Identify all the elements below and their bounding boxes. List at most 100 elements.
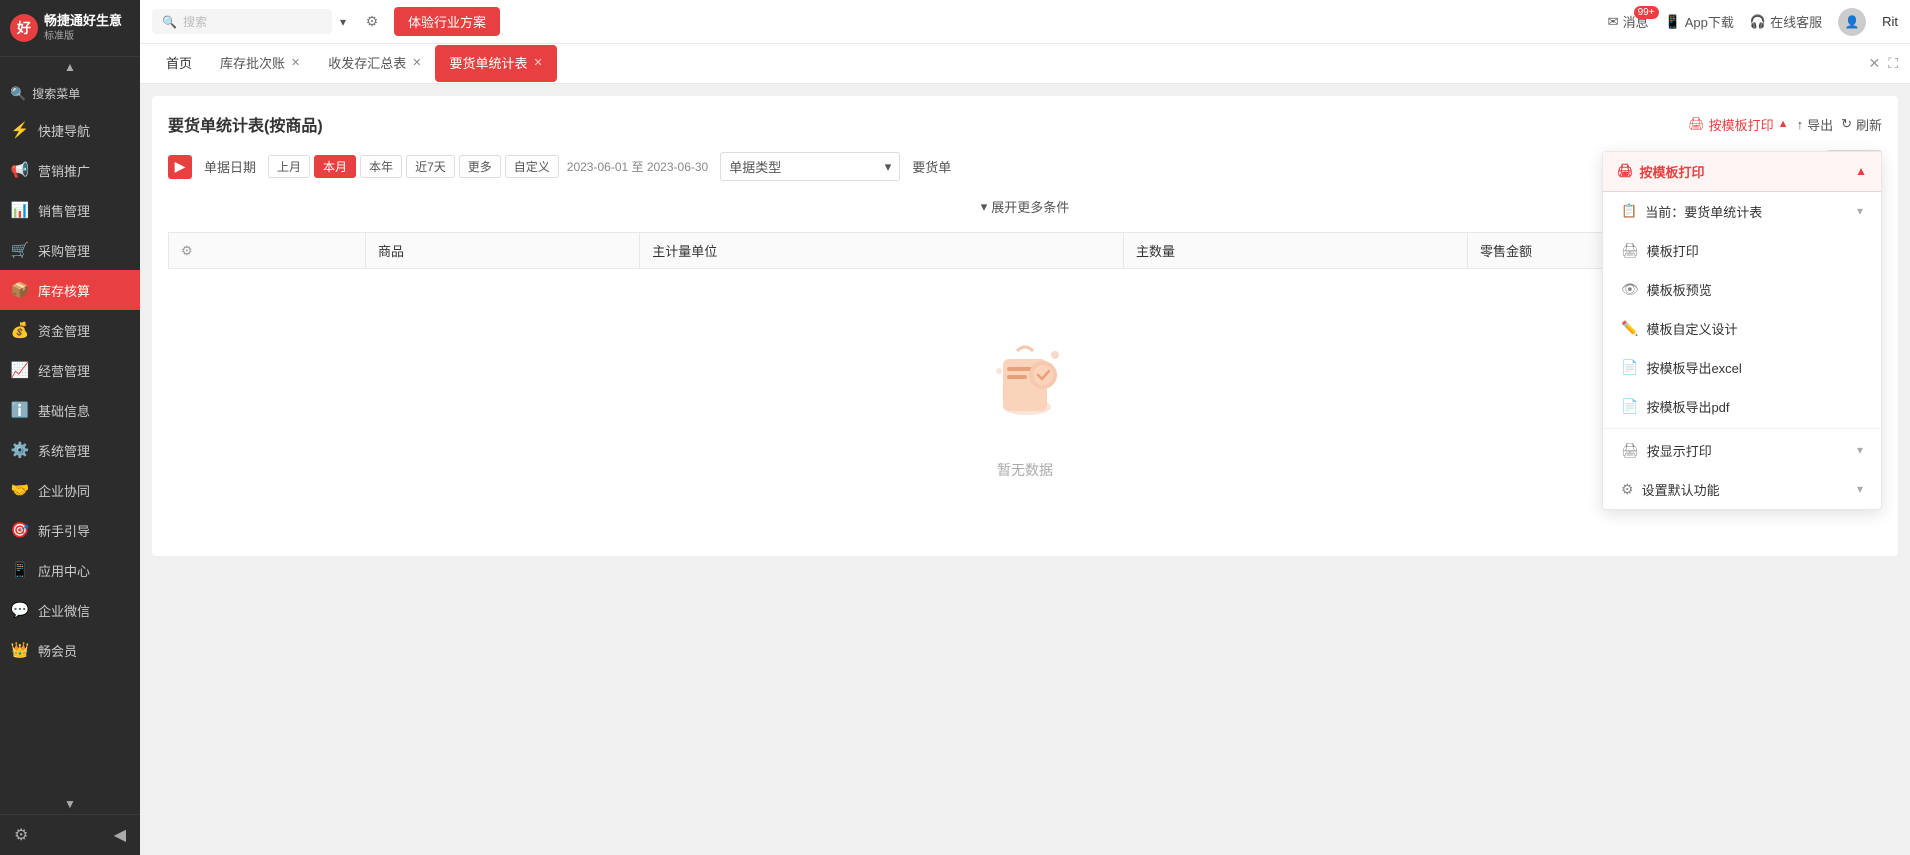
date-range: 2023-06-01 至 2023-06-30 <box>567 158 708 175</box>
type-select[interactable]: 单据类型 ▾ <box>720 152 900 181</box>
page-actions: 🖨 按模板打印 ▲ ↑ 导出 ↻ 刷新 <box>1688 115 1882 134</box>
sidebar-search[interactable]: 🔍 搜索菜单 <box>0 77 140 110</box>
expand-more-btn[interactable]: ▾ 展开更多条件 <box>969 193 1082 220</box>
printer-icon: 🖨 <box>1688 116 1705 132</box>
print-header-icon: 🖨 <box>1617 163 1634 179</box>
topbar-right: ✉ 消息 99+ 📱 App下载 🎧 在线客服 👤 Rit <box>1608 8 1898 36</box>
page-header: 要货单统计表(按商品) 🖨 按模板打印 ▲ ↑ 导出 ↻ 刷新 <box>168 112 1882 136</box>
sidebar-logo: 好 畅捷通好生意 标准版 <box>0 0 140 57</box>
print-dropdown: 🖨 按模板打印 ▲ 📋 当前：要货单统计表 ▾ <box>1602 151 1882 510</box>
message-icon: ✉ <box>1608 14 1619 30</box>
operation-icon: 📈 <box>10 360 30 380</box>
tab-close-receivable[interactable]: ✕ <box>412 56 421 69</box>
sidebar-item-guide[interactable]: 🎯 新手引导 <box>0 510 140 550</box>
template-design-icon: ✏️ <box>1621 320 1638 337</box>
export-icon: ↑ <box>1797 117 1804 132</box>
template-preview-item[interactable]: 👁 模板板预览 <box>1603 270 1881 309</box>
sidebar-item-system[interactable]: ⚙️ 系统管理 <box>0 430 140 470</box>
default-function-item[interactable]: ⚙ 设置默认功能 ▾ <box>1603 470 1881 509</box>
online-service-btn[interactable]: 🎧 在线客服 <box>1750 12 1822 31</box>
sidebar-scroll-up[interactable]: ▲ <box>0 57 140 77</box>
sidebar-item-operation[interactable]: 📈 经营管理 <box>0 350 140 390</box>
tab-order-stats[interactable]: 要货单统计表 ✕ <box>435 45 556 82</box>
order-category-label: 要货单 <box>912 157 951 176</box>
sidebar-scroll-down[interactable]: ▼ <box>0 794 140 814</box>
date-btn-7days[interactable]: 近7天 <box>406 155 455 178</box>
search-icon: 🔍 <box>10 86 26 102</box>
export-btn[interactable]: ↑ 导出 <box>1797 115 1834 134</box>
template-print-icon: 🖨 <box>1621 242 1639 259</box>
sidebar-item-quick-nav[interactable]: ⚡ 快捷导航 <box>0 110 140 150</box>
export-excel-icon: 📄 <box>1621 359 1638 376</box>
filter-expand-icon[interactable]: ▶ <box>168 155 192 179</box>
tab-maximize-btn[interactable]: ⛶ <box>1888 55 1898 72</box>
messages-badge: 99+ <box>1634 6 1659 19</box>
member-icon: 👑 <box>10 640 30 660</box>
sidebar-item-marketing[interactable]: 📢 营销推广 <box>0 150 140 190</box>
main-area: 🔍 搜索 ▾ ⚙ 体验行业方案 ✉ 消息 99+ 📱 App下载 🎧 在线客服 <box>140 0 1910 855</box>
tab-receivable-summary[interactable]: 收发存汇总表 ✕ <box>314 45 435 82</box>
empty-illustration <box>975 329 1075 448</box>
col-product: 商品 <box>366 233 640 269</box>
sidebar-item-finance[interactable]: 💰 资金管理 <box>0 310 140 350</box>
current-template-icon: 📋 <box>1621 203 1637 219</box>
page-title: 要货单统计表(按商品) <box>168 112 323 136</box>
template-preview-icon: 👁 <box>1621 281 1639 298</box>
app-download-btn[interactable]: 📱 App下载 <box>1665 12 1734 31</box>
print-dropdown-header: 🖨 按模板打印 ▲ <box>1603 152 1881 192</box>
col-settings: ⚙ <box>169 233 366 269</box>
tab-home[interactable]: 首页 <box>152 45 206 82</box>
dropdown-divider <box>1603 428 1881 429</box>
sidebar-item-sales[interactable]: 📊 销售管理 <box>0 190 140 230</box>
service-icon: 🎧 <box>1750 14 1766 30</box>
date-options: 上月 本月 本年 近7天 更多 自定义 2023-06-01 至 2023-06… <box>268 155 708 178</box>
settings-icon[interactable]: ⚙ <box>14 825 28 845</box>
date-btn-custom[interactable]: 自定义 <box>505 155 559 178</box>
expand-chevron-icon: ▾ <box>981 199 988 215</box>
date-btn-this-year[interactable]: 本年 <box>360 155 402 178</box>
tab-close-order-stats[interactable]: ✕ <box>534 56 543 69</box>
tab-batch-accounts[interactable]: 库存批次账 ✕ <box>206 45 314 82</box>
date-btn-this-month[interactable]: 本月 <box>314 155 356 178</box>
date-btn-more[interactable]: 更多 <box>459 155 501 178</box>
template-print-item[interactable]: 🖨 模板打印 <box>1603 231 1881 270</box>
sidebar-item-member[interactable]: 👑 畅会员 <box>0 630 140 670</box>
col-quantity: 主数量 <box>1123 233 1467 269</box>
date-btn-last-month[interactable]: 上月 <box>268 155 310 178</box>
tabs-bar: 首页 库存批次账 ✕ 收发存汇总表 ✕ 要货单统计表 ✕ ✕ ⛶ <box>140 44 1910 84</box>
table-settings-icon[interactable]: ⚙ <box>181 243 193 258</box>
sidebar-item-wechat[interactable]: 💬 企业微信 <box>0 590 140 630</box>
sidebar-item-apps[interactable]: 📱 应用中心 <box>0 550 140 590</box>
print-chevron-down-icon: ▲ <box>1855 164 1867 178</box>
tab-close-batch-accounts[interactable]: ✕ <box>291 56 300 69</box>
print-btn[interactable]: 🖨 按模板打印 ▲ <box>1688 115 1788 134</box>
logo-icon: 好 <box>10 14 38 42</box>
tab-close-all-btn[interactable]: ✕ <box>1868 55 1880 72</box>
messages-btn[interactable]: ✉ 消息 99+ <box>1608 12 1649 31</box>
sidebar-item-collab[interactable]: 🤝 企业协同 <box>0 470 140 510</box>
logo-text: 畅捷通好生意 标准版 <box>44 12 122 44</box>
user-avatar[interactable]: 👤 <box>1838 8 1866 36</box>
template-design-item[interactable]: ✏️ 模板自定义设计 <box>1603 309 1881 348</box>
print-current-item[interactable]: 📋 当前：要货单统计表 ▾ <box>1603 192 1881 231</box>
sidebar-item-inventory[interactable]: 📦 库存核算 <box>0 270 140 310</box>
display-print-item[interactable]: 🖨 按显示打印 ▾ <box>1603 431 1881 470</box>
topbar-search-icon: 🔍 <box>162 15 177 29</box>
template-export-pdf-item[interactable]: 📄 按模板导出pdf <box>1603 387 1881 426</box>
purchase-icon: 🛒 <box>10 240 30 260</box>
sidebar-item-purchase[interactable]: 🛒 采购管理 <box>0 230 140 270</box>
sidebar-item-basic[interactable]: ℹ️ 基础信息 <box>0 390 140 430</box>
trial-btn[interactable]: 体验行业方案 <box>394 7 500 36</box>
empty-text: 暂无数据 <box>997 460 1053 480</box>
collapse-icon[interactable]: ◀ <box>114 825 126 845</box>
refresh-icon: ↻ <box>1841 116 1852 132</box>
topbar-search-box[interactable]: 🔍 搜索 <box>152 9 332 34</box>
refresh-btn[interactable]: ↻ 刷新 <box>1841 115 1882 134</box>
topbar-settings-icon[interactable]: ⚙ <box>358 8 386 36</box>
template-export-excel-item[interactable]: 📄 按模板导出excel <box>1603 348 1881 387</box>
sidebar-footer: ⚙ ◀ <box>0 814 140 855</box>
sidebar-items: ⚡ 快捷导航 📢 营销推广 📊 销售管理 🛒 采购管理 📦 库存核算 💰 资金管… <box>0 110 140 794</box>
display-print-arrow-icon: ▾ <box>1857 443 1863 457</box>
current-arrow-icon: ▾ <box>1857 204 1863 218</box>
topbar-dropdown[interactable]: ▾ <box>340 15 350 29</box>
